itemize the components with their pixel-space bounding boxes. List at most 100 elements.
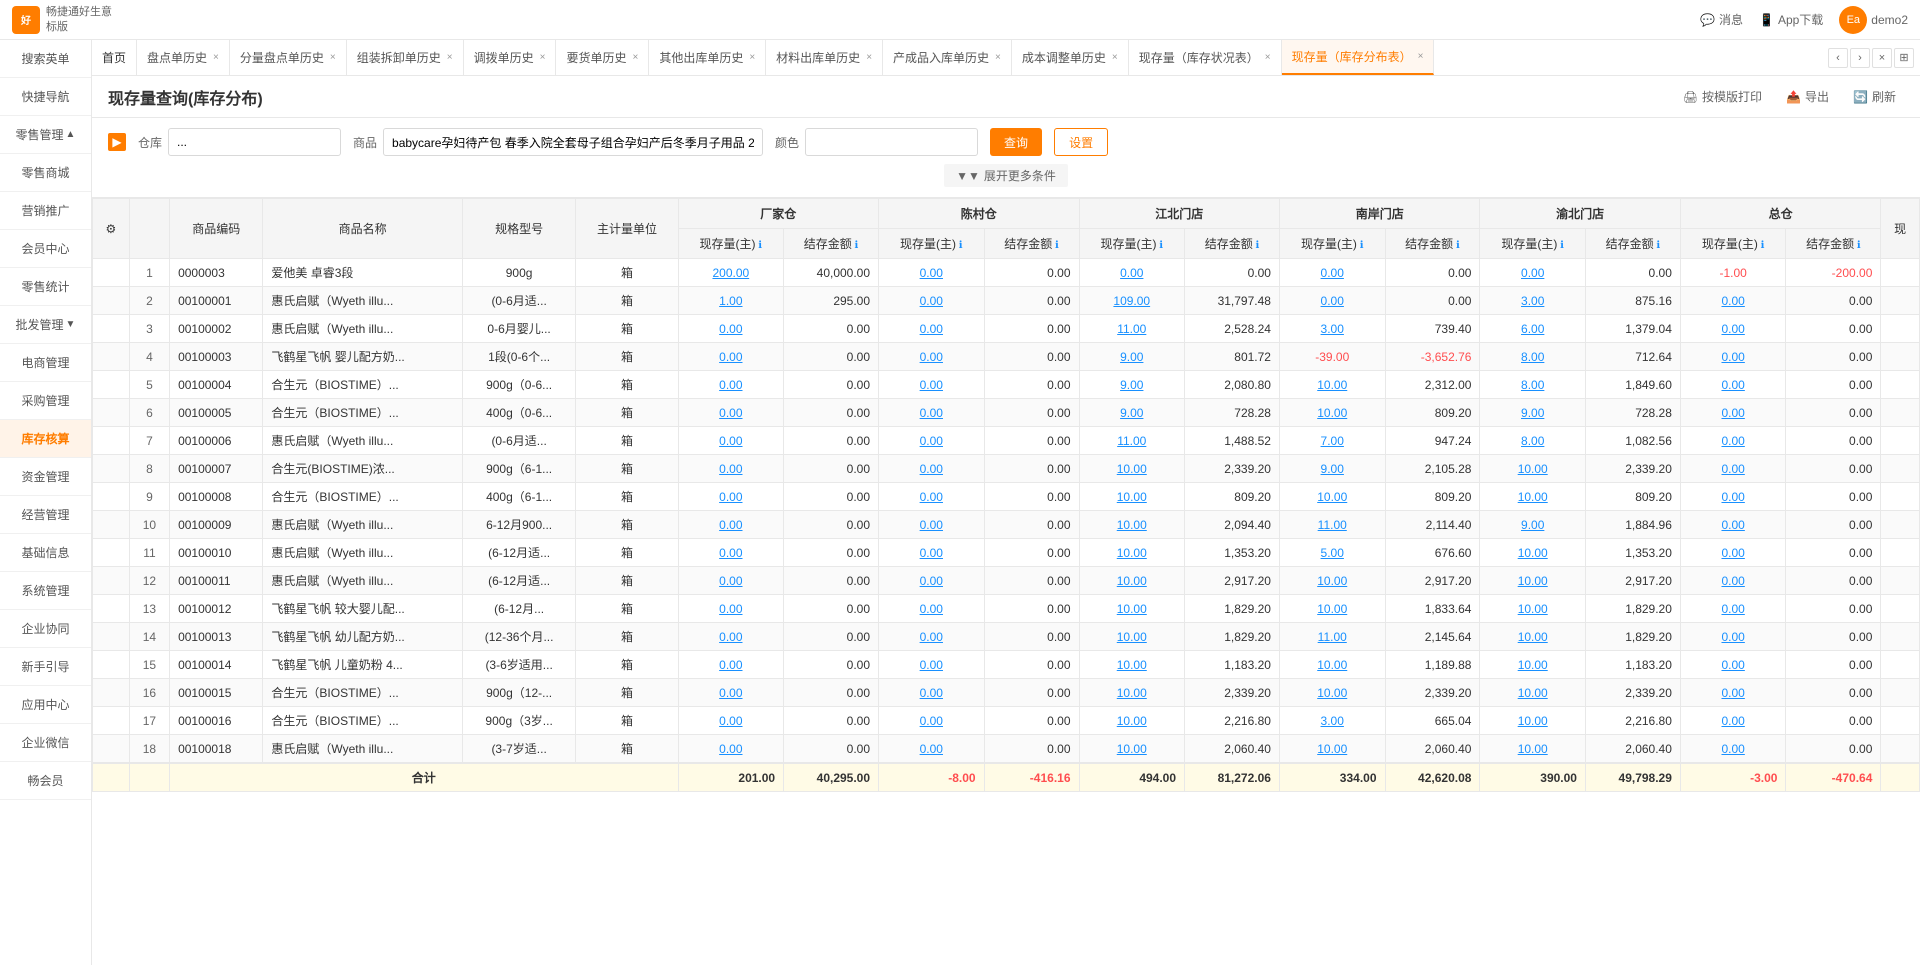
th-warehouse4: 南岸门店 xyxy=(1279,199,1479,229)
tab-close-8[interactable]: × xyxy=(995,52,1001,63)
tab-close-6[interactable]: × xyxy=(749,52,755,63)
tab-close-3[interactable]: × xyxy=(447,52,453,63)
tabs-prev-btn[interactable]: ‹ xyxy=(1828,48,1848,68)
sidebar-item-operation[interactable]: 经营管理 xyxy=(0,496,91,534)
sidebar-item-system[interactable]: 系统管理 xyxy=(0,572,91,610)
sidebar-item-wechat[interactable]: 企业微信 xyxy=(0,724,91,762)
top-bar-right: 💬 消息 📱 App下载 Ea demo2 xyxy=(1700,6,1908,34)
table-row: 800100007合生元(BIOSTIME)浓...900g（6-1...箱0.… xyxy=(93,455,1920,483)
sidebar-item-inventory[interactable]: 库存核算 xyxy=(0,420,91,458)
sidebar-item-retail-stats[interactable]: 零售统计 xyxy=(0,268,91,306)
tabs-next-btn[interactable]: › xyxy=(1850,48,1870,68)
th-w3-stock: 现存量(主) xyxy=(1079,229,1185,259)
sidebar-item-finance[interactable]: 资金管理 xyxy=(0,458,91,496)
settings-button[interactable]: 设置 xyxy=(1054,128,1108,156)
tabs-nav: ‹ › × ⊞ xyxy=(1822,48,1920,68)
th-warehouse2: 陈村仓 xyxy=(879,199,1079,229)
print-icon: 🖨 xyxy=(1683,90,1698,104)
inventory-table: ⚙ 商品编码 商品名称 规格型号 主计量单位 厂家仓 陈村仓 江北门店 南岸门店… xyxy=(92,198,1920,792)
refresh-btn[interactable]: 🔄 刷新 xyxy=(1845,84,1904,109)
sidebar-item-member2[interactable]: 畅会员 xyxy=(0,762,91,800)
sidebar-item-purchase[interactable]: 采购管理 xyxy=(0,382,91,420)
tabs-close-all-btn[interactable]: × xyxy=(1872,48,1892,68)
tab-requisition[interactable]: 要货单历史 × xyxy=(556,40,649,75)
user-profile[interactable]: Ea demo2 xyxy=(1839,6,1908,34)
sidebar-item-nav[interactable]: 快捷导航 xyxy=(0,78,91,116)
table-container[interactable]: ⚙ 商品编码 商品名称 规格型号 主计量单位 厂家仓 陈村仓 江北门店 南岸门店… xyxy=(92,198,1920,965)
color-input[interactable] xyxy=(805,128,978,156)
th-w4-amt: 结存金额 xyxy=(1385,229,1480,259)
app-download-btn[interactable]: 📱 App下载 xyxy=(1759,11,1823,28)
product-input[interactable] xyxy=(383,128,763,156)
th-warehouse5: 渝北门店 xyxy=(1480,199,1680,229)
tab-stocktake-history[interactable]: 盘点单历史 × xyxy=(137,40,230,75)
tab-close-1[interactable]: × xyxy=(213,52,219,63)
sidebar-item-wholesale[interactable]: 批发管理 ▼ xyxy=(0,306,91,344)
tab-partial-stocktake[interactable]: 分量盘点单历史 × xyxy=(230,40,347,75)
tab-home[interactable]: 首页 xyxy=(92,40,137,75)
tab-close-11[interactable]: × xyxy=(1418,51,1424,62)
search-button[interactable]: 查询 xyxy=(990,128,1042,156)
main-content: 首页 盘点单历史 × 分量盘点单历史 × 组装拆卸单历史 × 调拨单历史 × xyxy=(92,40,1920,965)
table-row: 700100006惠氏启赋（Wyeth illu...(0-6月适...箱0.0… xyxy=(93,427,1920,455)
tab-close-5[interactable]: × xyxy=(632,52,638,63)
table-row: 1500100014飞鹤星飞帆 儿童奶粉 4...(3-6岁适用...箱0.00… xyxy=(93,651,1920,679)
th-unit: 主计量单位 xyxy=(576,199,678,259)
logo-icon: 好 xyxy=(12,6,40,34)
th-w5-stock: 现存量(主) xyxy=(1480,229,1586,259)
th-spec: 规格型号 xyxy=(462,199,576,259)
expand-more-btn[interactable]: ▼▼ 展开更多条件 xyxy=(944,164,1068,187)
th-wt-amt: 结存金额 xyxy=(1786,229,1881,259)
export-icon: 📤 xyxy=(1786,90,1801,104)
sidebar-item-member[interactable]: 会员中心 xyxy=(0,230,91,268)
page-title: 现存量查询(库存分布) xyxy=(108,85,263,109)
th-w4-stock: 现存量(主) xyxy=(1279,229,1385,259)
tab-material-outbound[interactable]: 材料出库单历史 × xyxy=(766,40,883,75)
tab-close-10[interactable]: × xyxy=(1265,52,1271,63)
sidebar-item-ecommerce[interactable]: 电商管理 xyxy=(0,344,91,382)
tab-close-2[interactable]: × xyxy=(330,52,336,63)
filter-collapse-btn[interactable]: ▶ xyxy=(108,133,126,151)
message-icon: 💬 xyxy=(1700,13,1715,27)
tabs-expand-btn[interactable]: ⊞ xyxy=(1894,48,1914,68)
th-settings[interactable]: ⚙ xyxy=(93,199,130,259)
logo-area: 好 畅捷通好生意 标版 xyxy=(12,5,112,34)
tab-close-4[interactable]: × xyxy=(540,52,546,63)
filter-warehouse: 仓库 xyxy=(138,128,341,156)
th-wt-stock: 现存量(主) xyxy=(1680,229,1786,259)
sidebar-item-enterprise[interactable]: 企业协同 xyxy=(0,610,91,648)
top-bar-left: 好 畅捷通好生意 标版 xyxy=(12,5,112,34)
th-w5-amt: 结存金额 xyxy=(1585,229,1680,259)
tab-assemble[interactable]: 组装拆卸单历史 × xyxy=(347,40,464,75)
sidebar-item-retail[interactable]: 零售管理 ▲ xyxy=(0,116,91,154)
tab-product-inbound[interactable]: 产成品入库单历史 × xyxy=(883,40,1012,75)
user-avatar: Ea xyxy=(1839,6,1867,34)
warehouse-input[interactable] xyxy=(168,128,341,156)
tab-cost-adjust[interactable]: 成本调整单历史 × xyxy=(1012,40,1129,75)
download-icon: 📱 xyxy=(1759,13,1774,27)
sidebar-item-app-center[interactable]: 应用中心 xyxy=(0,686,91,724)
sidebar-item-basic-info[interactable]: 基础信息 xyxy=(0,534,91,572)
tab-close-9[interactable]: × xyxy=(1112,52,1118,63)
th-w1-amt: 结存金额 xyxy=(784,229,879,259)
page-header: 现存量查询(库存分布) 🖨 按模版打印 📤 导出 🔄 刷新 xyxy=(92,76,1920,118)
sidebar-item-guide[interactable]: 新手引导 xyxy=(0,648,91,686)
tab-other-outbound[interactable]: 其他出库单历史 × xyxy=(649,40,766,75)
message-btn[interactable]: 💬 消息 xyxy=(1700,11,1743,28)
sidebar-item-marketing[interactable]: 营销推广 xyxy=(0,192,91,230)
refresh-icon: 🔄 xyxy=(1853,90,1868,104)
sidebar-item-search[interactable]: 搜索英单 xyxy=(0,40,91,78)
user-avatar-text: Ea xyxy=(1847,14,1860,26)
th-product-code: 商品编码 xyxy=(170,199,263,259)
main-layout: 搜索英单 快捷导航 零售管理 ▲ 零售商城 营销推广 会员中心 零售统计 批发管… xyxy=(0,40,1920,965)
tab-close-7[interactable]: × xyxy=(866,52,872,63)
sidebar-item-retail-shop[interactable]: 零售商城 xyxy=(0,154,91,192)
tab-transfer[interactable]: 调拨单历史 × xyxy=(464,40,557,75)
tab-stock-dist[interactable]: 现存量（库存分布表） × xyxy=(1282,40,1435,75)
tab-stock-status[interactable]: 现存量（库存状况表） × xyxy=(1129,40,1282,75)
print-btn[interactable]: 🖨 按模版打印 xyxy=(1675,84,1770,109)
table-row: 1200100011惠氏启赋（Wyeth illu...(6-12月适...箱0… xyxy=(93,567,1920,595)
tabs-scroll: 首页 盘点单历史 × 分量盘点单历史 × 组装拆卸单历史 × 调拨单历史 × xyxy=(92,40,1822,75)
table-row: 10000003爱他美 卓睿3段900g箱200.0040,000.000.00… xyxy=(93,259,1920,287)
export-btn[interactable]: 📤 导出 xyxy=(1778,84,1837,109)
